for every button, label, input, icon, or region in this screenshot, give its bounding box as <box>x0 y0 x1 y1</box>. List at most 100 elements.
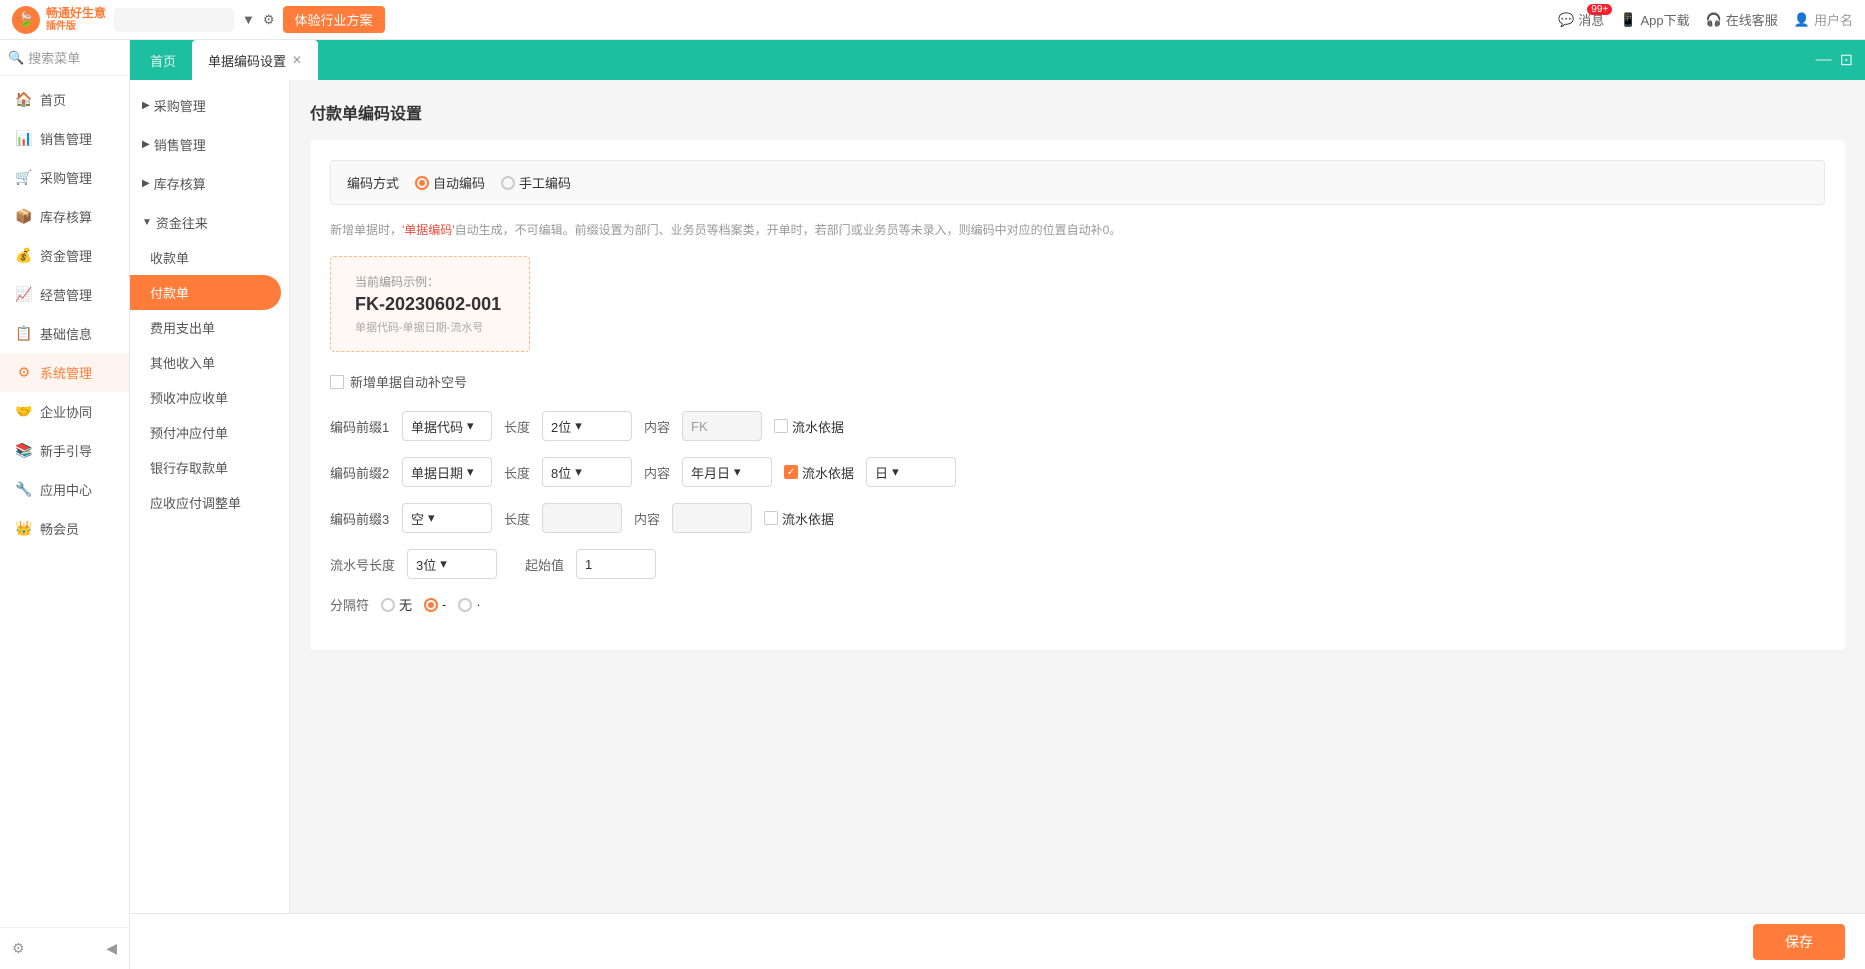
sub-item-receipt[interactable]: 收款单 <box>130 240 289 275</box>
online-service-item[interactable]: 🎧 在线客服 <box>1706 10 1778 29</box>
start-value-input[interactable] <box>576 549 656 579</box>
collapse-btn[interactable]: ◀ <box>102 936 121 961</box>
sidebar-item-vip[interactable]: 👑 畅会员 <box>0 509 129 548</box>
message-item[interactable]: 💬 消息 99+ <box>1558 10 1604 29</box>
sub-item-prepay-pay-label: 预付冲应付单 <box>150 426 228 441</box>
sidebar-item-purchase[interactable]: 🛒 采购管理 <box>0 158 129 197</box>
sidebar-item-apps[interactable]: 🔧 应用中心 <box>0 470 129 509</box>
prefix-1-select[interactable]: 单据代码 ▾ <box>402 411 492 441</box>
sub-group-funds: ▼ 资金往来 收款单 付款单 费用支出单 其他收入单 <box>130 205 289 520</box>
sep-none-radio[interactable]: 无 <box>381 595 412 614</box>
bottom-bar: 保存 <box>130 913 1865 969</box>
system-icon: ⚙ <box>16 365 32 381</box>
prefix-2-unit-chevron-icon: ▾ <box>892 464 899 480</box>
prefix-1-length-label: 长度 <box>504 417 530 436</box>
radio-manual-label: 手工编码 <box>519 173 571 192</box>
code-preview-desc: 单据代码-单据日期-流水号 <box>355 319 505 335</box>
auto-fill-checkbox[interactable] <box>330 375 344 389</box>
sub-item-prepay-pay[interactable]: 预付冲应付单 <box>130 415 289 450</box>
prefix-2-select[interactable]: 单据日期 ▾ <box>402 457 492 487</box>
sub-item-receipt-label: 收款单 <box>150 251 189 266</box>
prefix-1-length-select[interactable]: 2位 ▾ <box>542 411 632 441</box>
sidebar-item-system[interactable]: ⚙ 系统管理 <box>0 353 129 392</box>
sub-item-bank[interactable]: 银行存取款单 <box>130 450 289 485</box>
operation-icon: 📈 <box>16 287 32 303</box>
sidebar-menu: 🏠 首页 📊 销售管理 🛒 采购管理 📦 库存核算 💰 资金管理 📈 经 <box>0 76 129 927</box>
prefix-2-length-select[interactable]: 8位 ▾ <box>542 457 632 487</box>
trial-btn[interactable]: 体验行业方案 <box>283 6 385 33</box>
sep-dash-radio[interactable]: - <box>424 597 446 612</box>
prefix-3-select-value: 空 <box>411 509 424 528</box>
message-icon: 💬 <box>1558 12 1574 28</box>
sub-group-sales-title[interactable]: ▶ 销售管理 <box>130 127 289 162</box>
sub-item-adjust[interactable]: 应收应付调整单 <box>130 485 289 520</box>
chevron-right-icon3: ▶ <box>142 178 150 189</box>
sub-group-funds-title[interactable]: ▼ 资金往来 <box>130 205 289 240</box>
prefix-1-content-label: 内容 <box>644 417 670 436</box>
sidebar-item-guide[interactable]: 📚 新手引导 <box>0 431 129 470</box>
topbar-dropdown-btn[interactable]: ▼ <box>242 12 255 27</box>
sidebar-item-inventory[interactable]: 📦 库存核算 <box>0 197 129 236</box>
sub-item-payment[interactable]: 付款单 <box>130 275 281 310</box>
sub-group-purchase-title[interactable]: ▶ 采购管理 <box>130 88 289 123</box>
sep-none-dot <box>381 598 395 612</box>
sep-dot-radio[interactable]: · <box>458 597 480 612</box>
serial-row: 流水号长度 3位 ▾ 起始值 <box>330 549 1825 579</box>
sidebar-item-enterprise[interactable]: 🤝 企业协同 <box>0 392 129 431</box>
prefix-2-serial-unit-select[interactable]: 日 ▾ <box>866 457 956 487</box>
tabs-maximize-btn[interactable]: ⊡ <box>1840 50 1853 70</box>
sidebar-item-finance[interactable]: 💰 资金管理 <box>0 236 129 275</box>
tab-close-icon[interactable]: ✕ <box>292 53 302 67</box>
prefix-3-serial-label: 流水依据 <box>782 509 834 528</box>
prefix-3-label: 编码前缀3 <box>330 509 390 528</box>
prefix-2-select-value: 单据日期 <box>411 463 463 482</box>
user-item[interactable]: 👤 用户名 <box>1794 10 1853 29</box>
topbar-nav: ▼ ⚙ 体验行业方案 <box>114 6 385 33</box>
sub-item-expense[interactable]: 费用支出单 <box>130 310 289 345</box>
prefix-1-serial: 流水依据 <box>774 417 844 436</box>
topbar: 🍃 畅通好生意 插件版 ▼ ⚙ 体验行业方案 💬 消息 99+ 📱 App下载 … <box>0 0 1865 40</box>
sidebar-item-home[interactable]: 🏠 首页 <box>0 80 129 119</box>
prefix-2-label: 编码前缀2 <box>330 463 390 482</box>
sidebar-item-sales[interactable]: 📊 销售管理 <box>0 119 129 158</box>
sidebar-item-enterprise-label: 企业协同 <box>40 402 92 421</box>
radio-manual[interactable]: 手工编码 <box>501 173 571 192</box>
save-button[interactable]: 保存 <box>1753 924 1845 960</box>
serial-length-select[interactable]: 3位 ▾ <box>407 549 497 579</box>
main-content: 付款单编码设置 编码方式 自动编码 手工编码 <box>290 80 1865 969</box>
sidebar-item-purchase-label: 采购管理 <box>40 168 92 187</box>
sub-item-prepay-recv[interactable]: 预收冲应收单 <box>130 380 289 415</box>
sub-item-expense-label: 费用支出单 <box>150 321 215 336</box>
tab-encoding[interactable]: 单据编码设置 ✕ <box>192 40 318 80</box>
message-badge: 99+ <box>1587 4 1612 15</box>
prefix-1-serial-checkbox[interactable] <box>774 419 788 433</box>
sidebar-search[interactable]: 🔍 搜索菜单 <box>0 40 129 76</box>
prefix-3-length-label: 长度 <box>504 509 530 528</box>
sub-item-adjust-label: 应收应付调整单 <box>150 496 241 511</box>
search-label: 搜索菜单 <box>28 48 80 67</box>
info-text: 新增单据时，'单据编码'自动生成，不可编辑。前缀设置为部门、业务员等档案类，开单… <box>330 221 1825 240</box>
tab-home[interactable]: 首页 <box>134 40 192 80</box>
prefix-1-length-value: 2位 <box>551 417 571 436</box>
topbar-settings-btn[interactable]: ⚙ <box>263 12 275 28</box>
sub-item-other-income[interactable]: 其他收入单 <box>130 345 289 380</box>
sub-group-inventory: ▶ 库存核算 <box>130 166 289 201</box>
prefix-3-serial-checkbox[interactable] <box>764 511 778 525</box>
code-preview: 当前编码示例： FK-20230602-001 单据代码-单据日期-流水号 <box>330 256 530 352</box>
tabs-minimize-btn[interactable]: — <box>1816 51 1832 69</box>
prefix-3-content-label: 内容 <box>634 509 660 528</box>
prefix-3-select[interactable]: 空 ▾ <box>402 503 492 533</box>
settings-bottom-btn[interactable]: ⚙ <box>8 936 29 961</box>
app-icon: 📱 <box>1620 12 1636 28</box>
sidebar-item-basic[interactable]: 📋 基础信息 <box>0 314 129 353</box>
prefix-2-content-select[interactable]: 年月日 ▾ <box>682 457 772 487</box>
encoding-card: 编码方式 自动编码 手工编码 <box>310 140 1845 650</box>
radio-manual-dot <box>501 176 515 190</box>
apps-icon: 🔧 <box>16 482 32 498</box>
prefix-2-content-label: 内容 <box>644 463 670 482</box>
sub-group-inventory-title[interactable]: ▶ 库存核算 <box>130 166 289 201</box>
prefix-2-serial-checkbox[interactable]: ✓ <box>784 465 798 479</box>
sidebar-item-operation[interactable]: 📈 经营管理 <box>0 275 129 314</box>
app-download-item[interactable]: 📱 App下载 <box>1620 10 1689 29</box>
radio-auto[interactable]: 自动编码 <box>415 173 485 192</box>
